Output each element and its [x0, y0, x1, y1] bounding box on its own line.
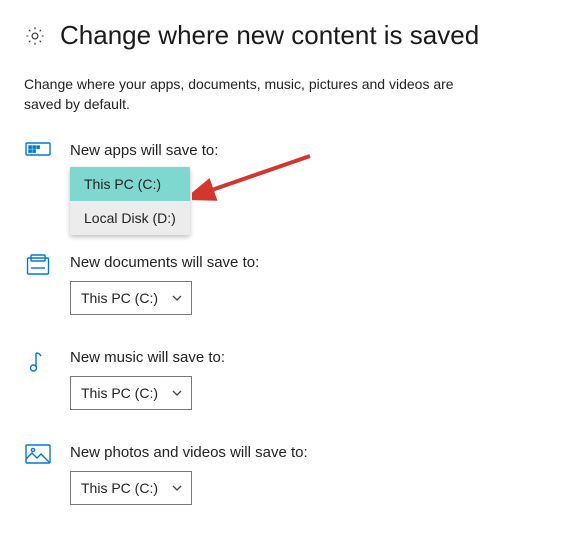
arrow-annotation [192, 150, 322, 213]
chevron-down-icon [171, 482, 183, 494]
music-icon [24, 349, 52, 377]
photos-icon [24, 444, 52, 472]
apps-dropdown: This PC (C:) Local Disk (D:) [70, 167, 190, 235]
apps-dropdown-option-d[interactable]: Local Disk (D:) [70, 201, 190, 235]
apps-dropdown-option-c[interactable]: This PC (C:) [70, 167, 190, 201]
page-header: Change where new content is saved [24, 20, 548, 51]
apps-label: New apps will save to: [70, 142, 548, 159]
music-select-value: This PC (C:) [81, 385, 158, 401]
documents-select-value: This PC (C:) [81, 290, 158, 306]
documents-label: New documents will save to: [70, 254, 548, 271]
chevron-down-icon [171, 292, 183, 304]
intro-text: Change where your apps, documents, music… [24, 75, 484, 114]
documents-icon [24, 254, 52, 282]
music-label: New music will save to: [70, 349, 548, 366]
gear-icon [24, 25, 46, 47]
apps-icon [24, 142, 52, 170]
page-title: Change where new content is saved [60, 20, 479, 51]
chevron-down-icon [171, 387, 183, 399]
section-apps: New apps will save to: This PC (C:) Loca… [24, 142, 548, 238]
section-photos: New photos and videos will save to: This… [24, 444, 548, 505]
photos-select[interactable]: This PC (C:) [70, 471, 192, 505]
photos-select-value: This PC (C:) [81, 480, 158, 496]
documents-select[interactable]: This PC (C:) [70, 281, 192, 315]
music-select[interactable]: This PC (C:) [70, 376, 192, 410]
photos-label: New photos and videos will save to: [70, 444, 548, 461]
section-documents: New documents will save to: This PC (C:) [24, 254, 548, 315]
section-music: New music will save to: This PC (C:) [24, 349, 548, 410]
